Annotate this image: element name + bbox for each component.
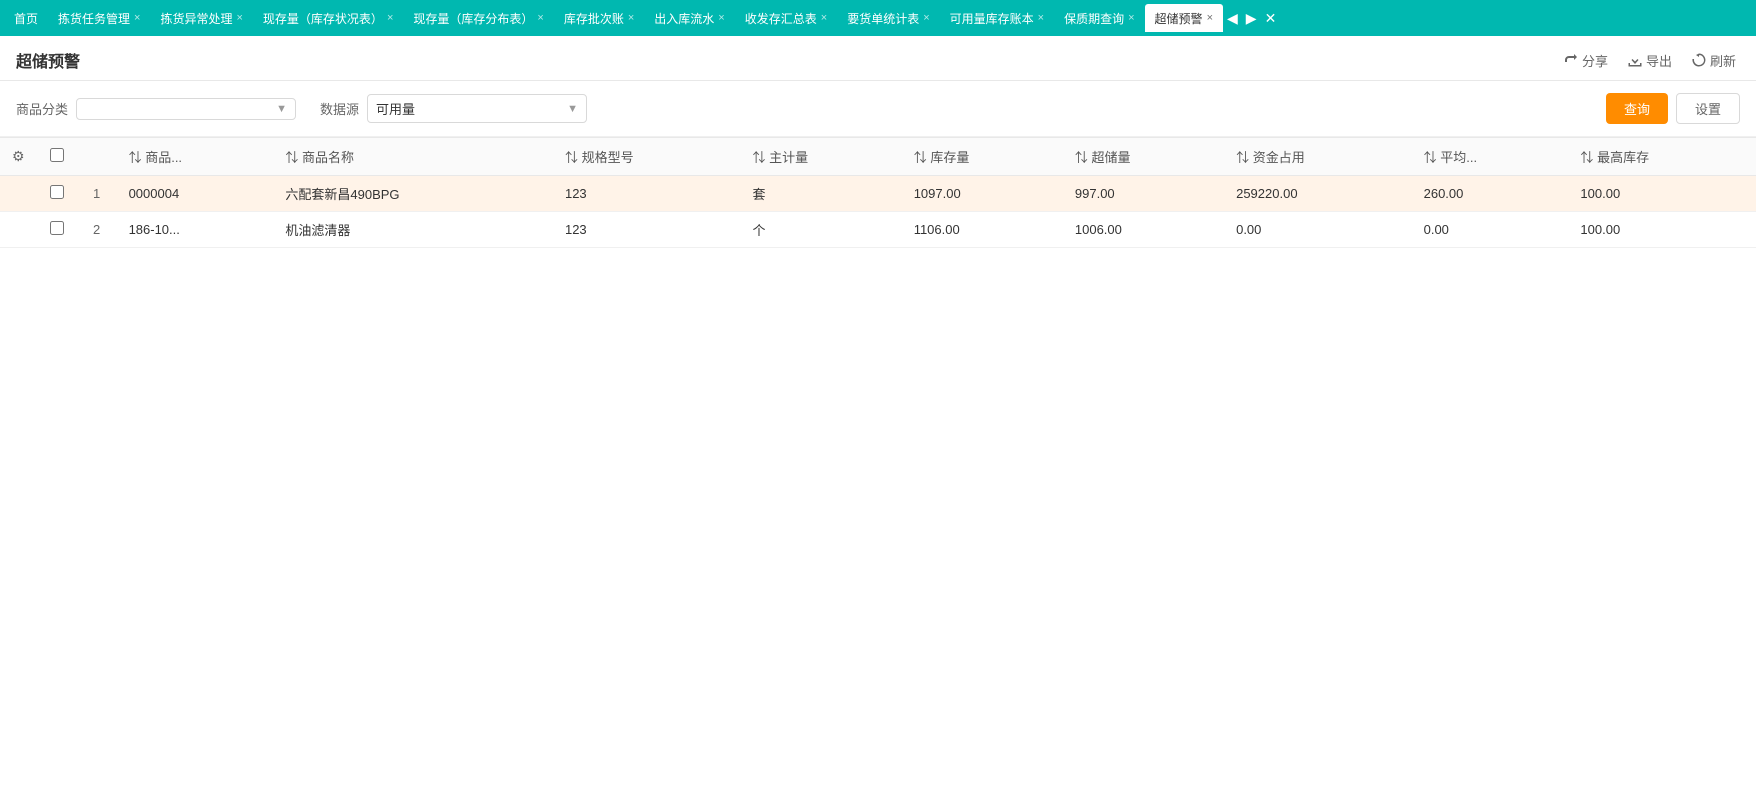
export-icon: [1628, 53, 1642, 67]
row-overstock-1: 1006.00: [1063, 212, 1224, 248]
close-tab-order-stat[interactable]: ×: [923, 12, 929, 24]
row-select-checkbox-0[interactable]: [50, 185, 64, 199]
close-tab-batch[interactable]: ×: [628, 12, 634, 24]
row-code-1: 186-10...: [117, 212, 274, 248]
row-unit-1: 个: [740, 212, 901, 248]
row-name-1: 机油滤清器: [273, 212, 553, 248]
nav-tab-inout[interactable]: 出入库流水 ×: [644, 4, 734, 32]
close-tab-quality[interactable]: ×: [1128, 12, 1134, 24]
category-dropdown-arrow: ▼: [276, 103, 287, 115]
row-avg-1: 0.00: [1412, 212, 1569, 248]
datasource-filter: 数据源 可用量 ▼: [320, 94, 587, 123]
column-code[interactable]: ⇅ 商品...: [117, 138, 274, 176]
table-row: 2 186-10... 机油滤清器 123 个 1106.00 1006.00 …: [0, 212, 1756, 248]
row-stock-0: 1097.00: [902, 176, 1063, 212]
column-stock[interactable]: ⇅ 库存量: [902, 138, 1063, 176]
datasource-label: 数据源: [320, 99, 359, 118]
nav-tab-abnormal[interactable]: 拣货异常处理 ×: [150, 4, 252, 32]
column-checkbox-header: [37, 138, 77, 176]
nav-tab-task[interactable]: 拣货任务管理 ×: [48, 4, 150, 32]
row-spec-0: 123: [553, 176, 741, 212]
row-capital-1: 0.00: [1224, 212, 1412, 248]
nav-tab-stock-status[interactable]: 现存量（库存状况表） ×: [253, 4, 403, 32]
column-maxstock[interactable]: ⇅ 最高库存: [1568, 138, 1756, 176]
category-filter: 商品分类 ▼: [16, 98, 296, 120]
row-maxstock-0: 100.00: [1568, 176, 1756, 212]
filter-actions: 查询 设置: [1606, 93, 1740, 124]
close-tab-stock-status[interactable]: ×: [387, 12, 393, 24]
row-select-checkbox-1[interactable]: [50, 221, 64, 235]
table-header-row: ⚙ ⇅ 商品... ⇅ 商品名称 ⇅: [0, 138, 1756, 176]
datasource-value: 可用量: [376, 99, 415, 118]
gear-icon[interactable]: ⚙: [12, 148, 25, 164]
column-num: [77, 138, 117, 176]
nav-tab-collect[interactable]: 收发存汇总表 ×: [735, 4, 837, 32]
row-stock-1: 1106.00: [902, 212, 1063, 248]
share-icon: [1564, 53, 1578, 67]
close-tab-task[interactable]: ×: [134, 12, 140, 24]
row-name-0: 六配套新昌490BPG: [273, 176, 553, 212]
close-tab-collect[interactable]: ×: [821, 12, 827, 24]
row-checkbox-0[interactable]: [37, 176, 77, 212]
table-row: 1 0000004 六配套新昌490BPG 123 套 1097.00 997.…: [0, 176, 1756, 212]
column-avg[interactable]: ⇅ 平均...: [1412, 138, 1569, 176]
close-tab-inout[interactable]: ×: [718, 12, 724, 24]
select-all-checkbox[interactable]: [50, 148, 64, 162]
close-tab-abnormal[interactable]: ×: [236, 12, 242, 24]
refresh-button[interactable]: 刷新: [1688, 49, 1740, 72]
category-label: 商品分类: [16, 99, 68, 118]
nav-close-arrow[interactable]: ✕: [1261, 10, 1281, 27]
page-header: 超储预警 分享 导出 刷新: [0, 36, 1756, 81]
row-code-0: 0000004: [117, 176, 274, 212]
nav-tab-quality[interactable]: 保质期查询 ×: [1054, 4, 1144, 32]
row-maxstock-1: 100.00: [1568, 212, 1756, 248]
row-gear-1: [0, 212, 37, 248]
column-spec[interactable]: ⇅ 规格型号: [553, 138, 741, 176]
nav-tab-order-stat[interactable]: 要货单统计表 ×: [837, 4, 939, 32]
page-container: 超储预警 分享 导出 刷新 商品: [0, 36, 1756, 800]
nav-tab-home[interactable]: 首页: [4, 4, 48, 32]
nav-tab-batch[interactable]: 库存批次账 ×: [554, 4, 644, 32]
close-tab-overstock[interactable]: ×: [1207, 12, 1213, 24]
page-title: 超储预警: [16, 48, 80, 72]
column-capital[interactable]: ⇅ 资金占用: [1224, 138, 1412, 176]
top-navigation: 首页 拣货任务管理 × 拣货异常处理 × 现存量（库存状况表） × 现存量（库存…: [0, 0, 1756, 36]
data-table: ⚙ ⇅ 商品... ⇅ 商品名称 ⇅: [0, 137, 1756, 248]
settings-button[interactable]: 设置: [1676, 93, 1740, 124]
refresh-icon: [1692, 53, 1706, 67]
column-unit[interactable]: ⇅ 主计量: [740, 138, 901, 176]
filter-area: 商品分类 ▼ 数据源 可用量 ▼ 查询 设置: [0, 81, 1756, 137]
row-overstock-0: 997.00: [1063, 176, 1224, 212]
column-overstock[interactable]: ⇅ 超储量: [1063, 138, 1224, 176]
nav-tab-overstock[interactable]: 超储预警 ×: [1145, 4, 1223, 32]
share-button[interactable]: 分享: [1560, 49, 1612, 72]
header-actions: 分享 导出 刷新: [1560, 49, 1740, 72]
nav-tab-stock-dist[interactable]: 现存量（库存分布表） ×: [403, 4, 553, 32]
close-tab-stock-dist[interactable]: ×: [537, 12, 543, 24]
nav-tab-avail[interactable]: 可用量库存账本 ×: [940, 4, 1054, 32]
row-gear-0: [0, 176, 37, 212]
column-gear: ⚙: [0, 138, 37, 176]
row-unit-0: 套: [740, 176, 901, 212]
table-body: 1 0000004 六配套新昌490BPG 123 套 1097.00 997.…: [0, 176, 1756, 248]
nav-prev-arrow[interactable]: ◀: [1223, 10, 1242, 27]
row-avg-0: 260.00: [1412, 176, 1569, 212]
row-spec-1: 123: [553, 212, 741, 248]
nav-next-arrow[interactable]: ▶: [1242, 10, 1261, 27]
column-name[interactable]: ⇅ 商品名称: [273, 138, 553, 176]
export-button[interactable]: 导出: [1624, 49, 1676, 72]
row-num-0: 1: [77, 176, 117, 212]
table-container: ⚙ ⇅ 商品... ⇅ 商品名称 ⇅: [0, 137, 1756, 248]
datasource-select[interactable]: 可用量 ▼: [367, 94, 587, 123]
query-button[interactable]: 查询: [1606, 93, 1668, 124]
close-tab-avail[interactable]: ×: [1038, 12, 1044, 24]
row-capital-0: 259220.00: [1224, 176, 1412, 212]
datasource-dropdown-arrow: ▼: [567, 103, 578, 115]
row-num-1: 2: [77, 212, 117, 248]
category-select[interactable]: ▼: [76, 98, 296, 120]
row-checkbox-1[interactable]: [37, 212, 77, 248]
